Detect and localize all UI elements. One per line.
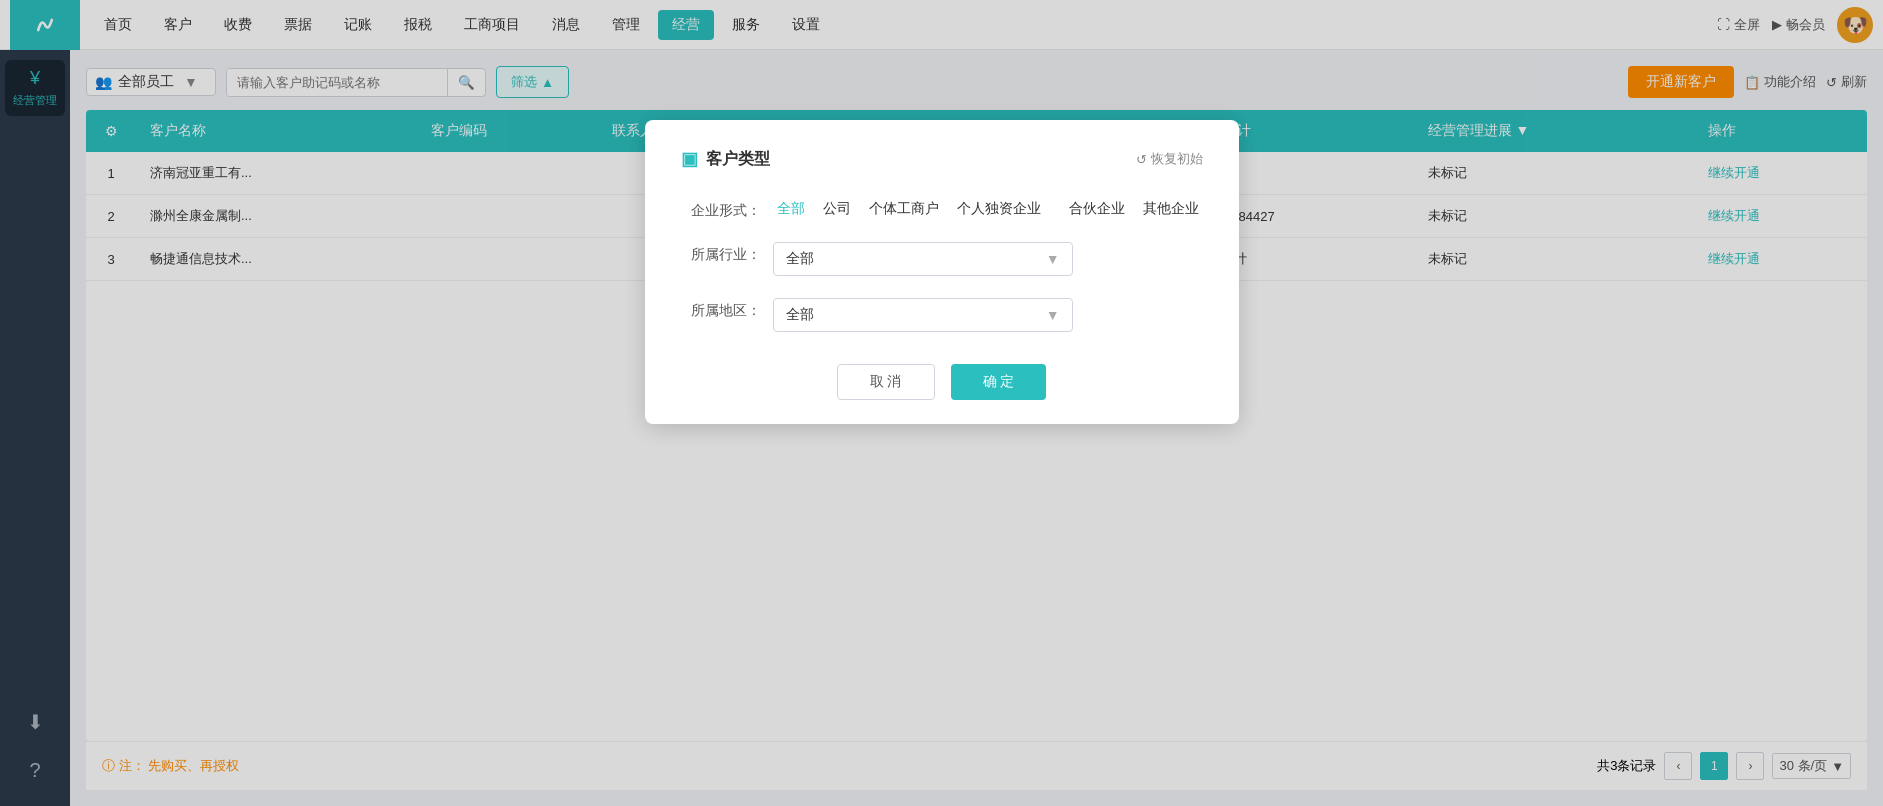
option-company[interactable]: 公司 bbox=[819, 198, 855, 220]
confirm-button[interactable]: 确 定 bbox=[951, 364, 1047, 400]
region-form-row: 所属地区： 全部 ▼ bbox=[681, 298, 1203, 332]
region-select[interactable]: 全部 ▼ bbox=[773, 298, 1073, 332]
filter-icon: ▣ bbox=[681, 148, 698, 170]
modal-overlay: ▣ 客户类型 ↺ 恢复初始 企业形式： 全部 公司 个体工商户 个人独资企业 合… bbox=[0, 0, 1883, 806]
modal-title: ▣ 客户类型 bbox=[681, 148, 770, 170]
modal-header: ▣ 客户类型 ↺ 恢复初始 bbox=[681, 148, 1203, 170]
region-label: 所属地区： bbox=[681, 298, 761, 320]
filter-modal: ▣ 客户类型 ↺ 恢复初始 企业形式： 全部 公司 个体工商户 个人独资企业 合… bbox=[645, 120, 1239, 424]
option-partnership[interactable]: 合伙企业 bbox=[1065, 198, 1129, 220]
modal-footer: 取 消 确 定 bbox=[681, 364, 1203, 400]
chevron-down-icon: ▼ bbox=[1046, 251, 1060, 267]
reset-icon: ↺ bbox=[1136, 152, 1147, 167]
industry-label: 所属行业： bbox=[681, 242, 761, 264]
option-sole[interactable]: 个人独资企业 bbox=[953, 198, 1045, 220]
industry-select[interactable]: 全部 ▼ bbox=[773, 242, 1073, 276]
chevron-down-icon: ▼ bbox=[1046, 307, 1060, 323]
option-other[interactable]: 其他企业 bbox=[1139, 198, 1203, 220]
industry-form-row: 所属行业： 全部 ▼ bbox=[681, 242, 1203, 276]
enterprise-form-label: 企业形式： bbox=[681, 198, 761, 220]
option-individual[interactable]: 个体工商户 bbox=[865, 198, 943, 220]
reset-button[interactable]: ↺ 恢复初始 bbox=[1136, 150, 1203, 168]
cancel-button[interactable]: 取 消 bbox=[837, 364, 935, 400]
enterprise-form-row: 企业形式： 全部 公司 个体工商户 个人独资企业 合伙企业 其他企业 bbox=[681, 198, 1203, 220]
enterprise-options: 全部 公司 个体工商户 个人独资企业 合伙企业 其他企业 bbox=[773, 198, 1203, 220]
option-all[interactable]: 全部 bbox=[773, 198, 809, 220]
